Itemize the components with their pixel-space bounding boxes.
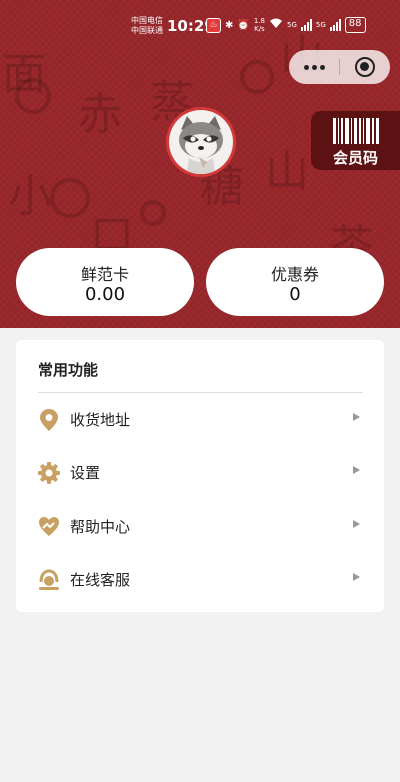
- avatar[interactable]: [166, 107, 236, 177]
- app-notification-icon: ♨: [206, 17, 221, 33]
- status-icons: ♨ ✱ ⏰ 1.8 K/s 5G 5G 88: [206, 17, 366, 33]
- menu-item-settings[interactable]: 设置: [16, 450, 384, 496]
- fresh-card-button[interactable]: 鲜范卡 0.00: [16, 248, 194, 316]
- status-bar: 中国电信 中国联通 10:29 ♨ ✱ ⏰ 1.8 K/s 5G 5G 88: [0, 0, 400, 40]
- signal-icon: [300, 19, 312, 31]
- chevron-right-icon: [353, 413, 360, 421]
- coupon-title: 优惠券: [270, 265, 319, 284]
- dot-icon: [311, 64, 317, 70]
- network-type-1: 5G: [286, 21, 297, 29]
- capsule-divider: [339, 59, 340, 75]
- menu-item-online-support[interactable]: 在线客服: [16, 557, 384, 603]
- close-miniprogram-button[interactable]: [341, 50, 390, 84]
- menu-item-label: 设置: [70, 464, 101, 482]
- net-speed-value: 1.8: [253, 17, 265, 25]
- carrier-1: 中国电信: [131, 16, 163, 25]
- decor-glyph: 山: [265, 146, 309, 197]
- common-functions-panel: 常用功能 收货地址 设置 帮助中心 在线客服: [16, 340, 384, 612]
- member-code-button[interactable]: 会员码: [311, 111, 400, 170]
- wifi-icon: [269, 18, 283, 32]
- menu-item-label: 在线客服: [70, 571, 131, 589]
- divider: [38, 392, 363, 393]
- net-speed: 1.8 K/s: [254, 17, 265, 33]
- menu-item-shipping-address[interactable]: 收货地址: [16, 397, 384, 443]
- decor-glyph: 小: [8, 171, 52, 222]
- dot-icon: [303, 64, 309, 70]
- decor-ring: [240, 60, 274, 94]
- coupon-count: 0: [289, 284, 301, 305]
- alarm-icon: ⏰: [237, 19, 250, 31]
- decor-ring: [140, 200, 166, 226]
- fresh-card-balance: 0.00: [84, 284, 126, 305]
- menu-item-label: 收货地址: [70, 411, 131, 429]
- vibrate-icon: ✱: [225, 19, 234, 31]
- more-menu-button[interactable]: [289, 50, 339, 84]
- headset-icon: [37, 568, 61, 592]
- gear-icon: [37, 461, 61, 485]
- network-type-2: 5G: [315, 21, 326, 29]
- decor-glyph: 赤: [78, 89, 122, 140]
- raccoon-avatar-icon: [169, 110, 233, 174]
- signal-icon: [329, 19, 341, 31]
- dot-icon: [319, 64, 325, 70]
- menu-item-label: 帮助中心: [70, 518, 131, 536]
- fresh-card-title: 鲜范卡: [80, 265, 129, 284]
- barcode-icon: [333, 118, 379, 144]
- miniprogram-capsule: [289, 50, 390, 84]
- carrier-2: 中国联通: [131, 26, 163, 35]
- chevron-right-icon: [353, 520, 360, 528]
- net-speed-unit: K/s: [254, 25, 265, 33]
- coupon-card-button[interactable]: 优惠券 0: [206, 248, 384, 316]
- menu-item-help-center[interactable]: 帮助中心: [16, 504, 384, 550]
- chevron-right-icon: [353, 573, 360, 581]
- close-circle-icon: [355, 57, 375, 77]
- carrier-names: 中国电信 中国联通: [131, 16, 163, 36]
- battery-icon: 88: [344, 17, 366, 33]
- panel-title: 常用功能: [38, 361, 99, 379]
- member-code-label: 会员码: [332, 149, 378, 167]
- decor-ring: [15, 78, 51, 114]
- decor-ring: [50, 178, 90, 218]
- chevron-right-icon: [353, 466, 360, 474]
- heart-hand-icon: [37, 515, 61, 539]
- location-pin-icon: [37, 408, 61, 432]
